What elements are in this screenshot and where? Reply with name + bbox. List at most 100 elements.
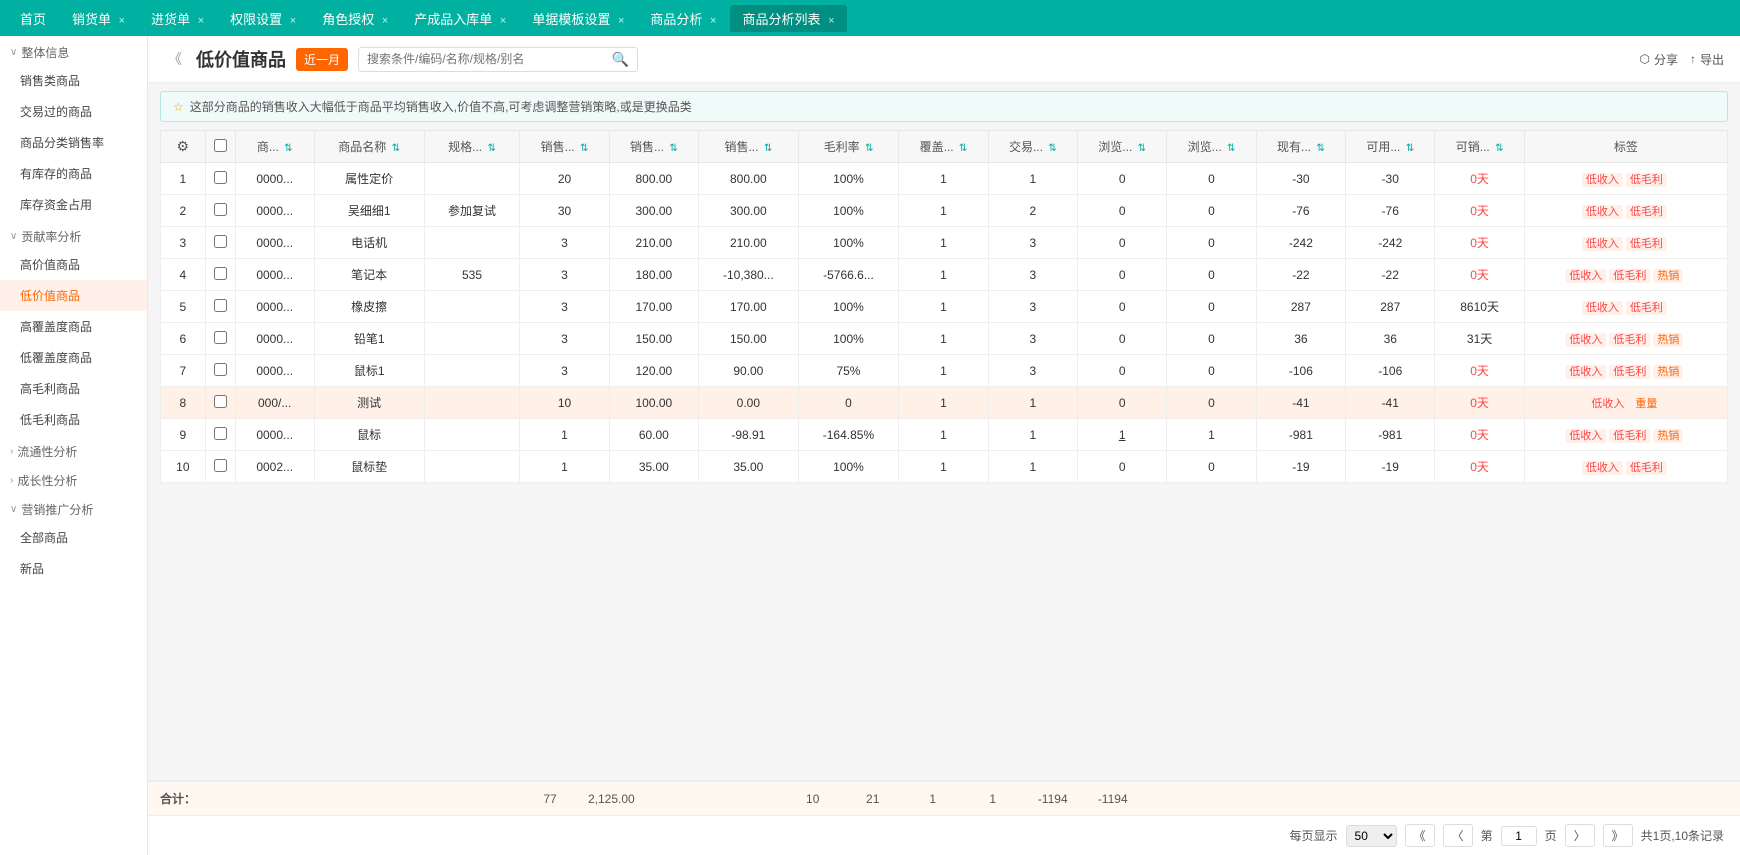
page-number-input[interactable] <box>1501 826 1537 846</box>
row-checkbox[interactable] <box>214 267 227 280</box>
cell-checkbox[interactable] <box>205 195 235 227</box>
close-analysis-icon[interactable]: × <box>710 15 716 27</box>
cell-code: 0000... <box>235 323 314 355</box>
search-input[interactable] <box>367 52 608 66</box>
cell-checkbox[interactable] <box>205 163 235 195</box>
sidebar-item-high-margin[interactable]: 高毛利商品 <box>0 373 147 404</box>
col-sales1[interactable]: 销售... ⇅ <box>609 131 698 163</box>
col-browse2[interactable]: 浏览... ⇅ <box>1167 131 1256 163</box>
sidebar-item-sales-goods[interactable]: 销售类商品 <box>0 65 147 96</box>
col-code[interactable]: 商... ⇅ <box>235 131 314 163</box>
cell-browse1[interactable]: 0 <box>1077 387 1166 419</box>
total-browse2: 1 <box>963 792 1023 806</box>
sidebar-group-overall[interactable]: ∨ 整体信息 <box>0 36 147 65</box>
cell-checkbox[interactable] <box>205 419 235 451</box>
close-storage-icon[interactable]: × <box>500 15 506 27</box>
row-checkbox[interactable] <box>214 331 227 344</box>
cell-browse1[interactable]: 0 <box>1077 259 1166 291</box>
cell-browse1[interactable]: 0 <box>1077 291 1166 323</box>
cell-checkbox[interactable] <box>205 387 235 419</box>
sidebar-item-high-value[interactable]: 高价值商品 <box>0 249 147 280</box>
row-checkbox[interactable] <box>214 395 227 408</box>
cell-browse1[interactable]: 0 <box>1077 163 1166 195</box>
tag: 低收入 <box>1582 237 1623 251</box>
row-checkbox[interactable] <box>214 299 227 312</box>
col-checkbox-header[interactable] <box>205 131 235 163</box>
collapse-sidebar-btn[interactable]: 《 <box>164 49 186 69</box>
share-btn[interactable]: ⬡ 分享 <box>1639 51 1678 68</box>
cell-browse1[interactable]: 1 <box>1077 419 1166 451</box>
col-salable[interactable]: 可销... ⇅ <box>1435 131 1524 163</box>
cell-stock: -22 <box>1256 259 1345 291</box>
close-template-icon[interactable]: × <box>618 15 624 27</box>
col-spec[interactable]: 规格... ⇅ <box>424 131 520 163</box>
nav-sales[interactable]: 销货单 × <box>60 5 137 32</box>
sidebar-group-circulation[interactable]: › 流通性分析 <box>0 435 147 464</box>
prev-page-btn[interactable]: 〈 <box>1443 824 1473 847</box>
select-all-checkbox[interactable] <box>214 139 227 152</box>
last-page-btn[interactable]: 》 <box>1603 824 1633 847</box>
sidebar-group-contribution[interactable]: ∨ 贡献率分析 <box>0 220 147 249</box>
col-sales-qty[interactable]: 销售... ⇅ <box>520 131 609 163</box>
cell-checkbox[interactable] <box>205 355 235 387</box>
sidebar-group-marketing[interactable]: ∨ 营销推广分析 <box>0 493 147 522</box>
col-gross-rate[interactable]: 毛利率 ⇅ <box>798 131 899 163</box>
cell-checkbox[interactable] <box>205 451 235 483</box>
col-stock[interactable]: 现有... ⇅ <box>1256 131 1345 163</box>
cell-checkbox[interactable] <box>205 227 235 259</box>
nav-goods-analysis[interactable]: 商品分析 × <box>638 5 728 32</box>
sidebar-item-traded-goods[interactable]: 交易过的商品 <box>0 96 147 127</box>
sidebar-item-all-goods[interactable]: 全部商品 <box>0 522 147 553</box>
nav-home[interactable]: 首页 <box>8 5 58 32</box>
col-browse1[interactable]: 浏览... ⇅ <box>1077 131 1166 163</box>
sidebar-item-low-margin[interactable]: 低毛利商品 <box>0 404 147 435</box>
nav-goods-analysis-list[interactable]: 商品分析列表 × <box>730 5 846 32</box>
cell-browse1[interactable]: 0 <box>1077 451 1166 483</box>
settings-icon[interactable]: ⚙ <box>177 138 190 154</box>
sidebar-item-new-goods[interactable]: 新品 <box>0 553 147 584</box>
row-checkbox[interactable] <box>214 203 227 216</box>
date-filter-btn[interactable]: 近一月 <box>296 48 348 71</box>
nav-product-storage[interactable]: 产成品入库单 × <box>402 5 518 32</box>
close-analysis-list-icon[interactable]: × <box>828 15 834 27</box>
cell-browse1[interactable]: 0 <box>1077 195 1166 227</box>
col-avail[interactable]: 可用... ⇅ <box>1346 131 1435 163</box>
col-settings[interactable]: ⚙ <box>161 131 206 163</box>
row-checkbox[interactable] <box>214 459 227 472</box>
col-sales2[interactable]: 销售... ⇅ <box>699 131 799 163</box>
search-icon[interactable]: 🔍 <box>612 51 629 68</box>
cell-browse1[interactable]: 0 <box>1077 227 1166 259</box>
first-page-btn[interactable]: 《 <box>1405 824 1435 847</box>
cell-cover: 1 <box>899 259 988 291</box>
col-trade[interactable]: 交易... ⇅ <box>988 131 1077 163</box>
close-purchase-icon[interactable]: × <box>198 15 204 27</box>
sidebar-item-stock-capital[interactable]: 库存资金占用 <box>0 189 147 220</box>
sidebar-item-low-value[interactable]: 低价值商品 <box>0 280 147 311</box>
close-auth-icon[interactable]: × <box>290 15 296 27</box>
sidebar-item-high-coverage[interactable]: 高覆盖度商品 <box>0 311 147 342</box>
export-btn[interactable]: ↑ 导出 <box>1690 51 1724 68</box>
col-name[interactable]: 商品名称 ⇅ <box>314 131 424 163</box>
page-size-select[interactable]: 50 100 200 <box>1346 825 1397 847</box>
sidebar-item-category-rate[interactable]: 商品分类销售率 <box>0 127 147 158</box>
row-checkbox[interactable] <box>214 235 227 248</box>
close-sales-icon[interactable]: × <box>119 15 125 27</box>
next-page-btn[interactable]: 〉 <box>1565 824 1595 847</box>
nav-purchase[interactable]: 进货单 × <box>139 5 216 32</box>
cell-checkbox[interactable] <box>205 259 235 291</box>
cell-checkbox[interactable] <box>205 291 235 323</box>
cell-browse1[interactable]: 0 <box>1077 323 1166 355</box>
sidebar-group-growth[interactable]: › 成长性分析 <box>0 464 147 493</box>
row-checkbox[interactable] <box>214 427 227 440</box>
row-checkbox[interactable] <box>214 171 227 184</box>
sidebar-item-low-coverage[interactable]: 低覆盖度商品 <box>0 342 147 373</box>
row-checkbox[interactable] <box>214 363 227 376</box>
nav-role[interactable]: 角色授权 × <box>310 5 400 32</box>
sidebar-item-stock-goods[interactable]: 有库存的商品 <box>0 158 147 189</box>
cell-checkbox[interactable] <box>205 323 235 355</box>
close-role-icon[interactable]: × <box>382 15 388 27</box>
cell-browse1[interactable]: 0 <box>1077 355 1166 387</box>
col-cover[interactable]: 覆盖... ⇅ <box>899 131 988 163</box>
nav-template[interactable]: 单据模板设置 × <box>520 5 636 32</box>
nav-auth-settings[interactable]: 权限设置 × <box>218 5 308 32</box>
